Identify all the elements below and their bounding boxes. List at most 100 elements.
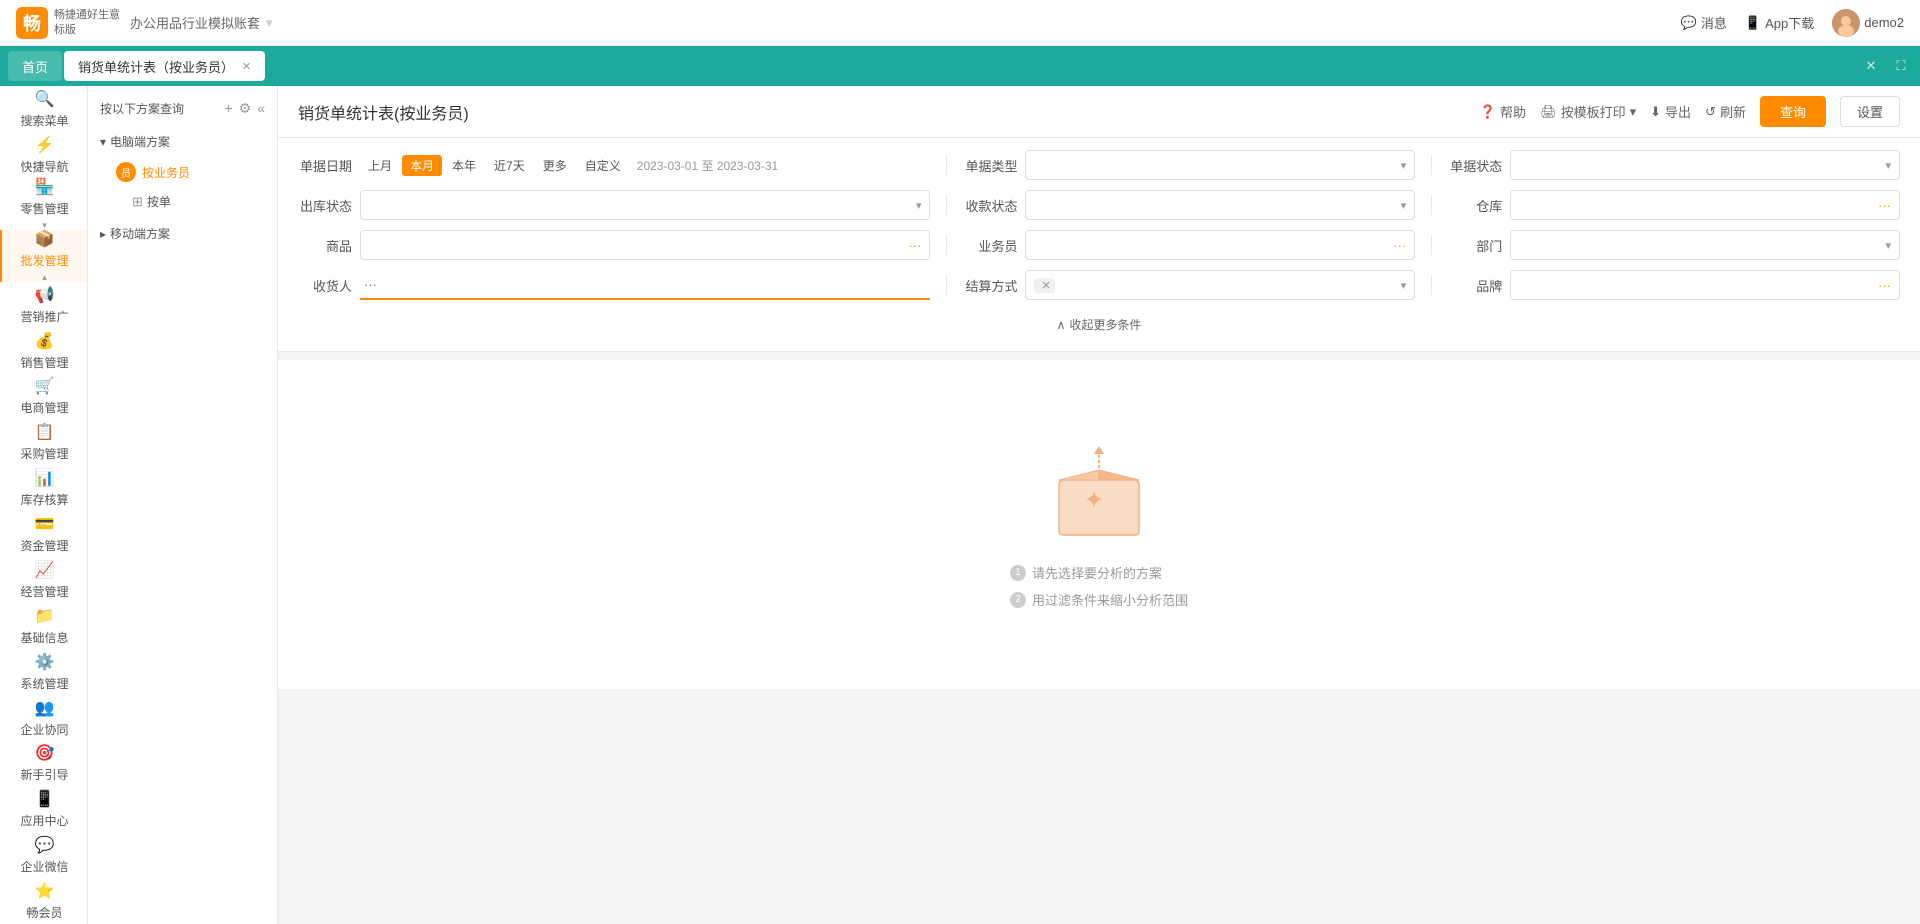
scheme-by-salesperson[interactable]: 员 按业务员 — [88, 156, 277, 188]
header-left: 畅 畅捷通好生意 标版 办公用品行业模拟账套 ▾ — [16, 7, 273, 39]
user-profile[interactable]: demo2 — [1832, 9, 1904, 37]
help-btn[interactable]: ❓ 帮助 — [1480, 102, 1526, 121]
date-tab-this-month[interactable]: 本月 — [402, 155, 442, 176]
inventory-icon: 📊 — [35, 468, 55, 488]
department-select[interactable]: ▾ — [1510, 230, 1900, 260]
doc-status-label: 单据状态 — [1448, 156, 1502, 175]
message-btn[interactable]: 💬 消息 — [1681, 13, 1727, 32]
empty-tips: 1 请先选择要分析的方案 2 用过滤条件来缩小分析范围 — [1010, 563, 1188, 609]
wholesale-icon: 📦 — [35, 229, 55, 249]
brand-more-icon[interactable]: ··· — [1878, 278, 1891, 293]
fullscreen-btn[interactable]: ⛶ — [1890, 55, 1912, 77]
page-actions: ❓ 帮助 🖨 按模板打印 ▾ ⬇ 导出 ↺ 刷新 — [1480, 96, 1900, 127]
sidebar-item-shortcut[interactable]: ⚡ 快捷导航 — [0, 132, 87, 178]
sidebar-item-purchase[interactable]: 📋 采购管理 — [0, 419, 87, 465]
settings-scheme-icon[interactable]: ⚙ — [239, 100, 252, 117]
sidebar-item-ecommerce[interactable]: 🛒 电商管理 — [0, 374, 87, 420]
mobile-scheme-arrow-icon: ▸ — [100, 227, 106, 241]
salesperson-more-icon[interactable]: ··· — [1393, 238, 1406, 253]
receipt-status-select[interactable]: ▾ — [1025, 190, 1415, 220]
date-tab-more[interactable]: 更多 — [535, 155, 575, 176]
date-tab-last-month[interactable]: 上月 — [360, 155, 400, 176]
sidebar-item-member[interactable]: ⭐ 畅会员 — [0, 878, 87, 924]
divider-7 — [946, 275, 947, 295]
doc-status-select[interactable]: ▾ — [1510, 150, 1900, 180]
warehouse-label: 仓库 — [1448, 196, 1502, 215]
date-filter: 上月 本月 本年 近7天 更多 自定义 2023-03-01 至 2023-03… — [360, 155, 930, 176]
sidebar-item-system[interactable]: ⚙️ 系统管理 — [0, 649, 87, 695]
refresh-btn[interactable]: ↺ 刷新 — [1705, 102, 1746, 121]
app-download-btn[interactable]: 📱 App下载 — [1745, 13, 1814, 32]
sidebar-item-wholesale[interactable]: 📦 批发管理 ▴ — [0, 230, 87, 282]
template-print-btn[interactable]: 🖨 按模板打印 ▾ — [1540, 102, 1636, 121]
breadcrumb-arrow-icon[interactable]: ▾ — [266, 15, 273, 31]
divider-6 — [1431, 235, 1432, 255]
sidebar-item-search[interactable]: 🔍 搜索菜单 — [0, 86, 87, 132]
export-icon: ⬇ — [1650, 104, 1661, 120]
member-icon: ⭐ — [35, 881, 55, 901]
pc-scheme-title[interactable]: ▾ 电脑端方案 — [88, 127, 277, 156]
tab-home[interactable]: 首页 — [8, 51, 62, 81]
page-header: 销货单统计表(按业务员) ❓ 帮助 🖨 按模板打印 ▾ ⬇ 导出 — [278, 86, 1920, 138]
sidebar-item-wechat[interactable]: 💬 企业微信 — [0, 832, 87, 878]
shortcut-icon: ⚡ — [35, 135, 55, 155]
appstore-icon: 📱 — [35, 789, 55, 809]
export-btn[interactable]: ⬇ 导出 — [1650, 102, 1691, 121]
collapse-conditions-btn[interactable]: ∧ 收起更多条件 — [298, 310, 1900, 339]
sidebar-item-retail[interactable]: 🏪 零售管理 ▾ — [0, 178, 87, 230]
settings-button[interactable]: 设置 — [1840, 96, 1900, 127]
mobile-scheme-title[interactable]: ▸ 移动端方案 — [88, 219, 277, 248]
date-tab-this-year[interactable]: 本年 — [444, 155, 484, 176]
filter-row-1: 单据日期 上月 本月 本年 近7天 更多 自定义 2023-03-01 至 20… — [298, 150, 1900, 180]
department-label: 部门 — [1448, 236, 1502, 255]
sidebar-item-marketing[interactable]: 📢 营销推广 — [0, 282, 87, 328]
sidebar-item-newbie[interactable]: 🎯 新手引导 — [0, 741, 87, 787]
consignee-input[interactable] — [360, 270, 930, 300]
tab-sales-stat[interactable]: 销货单统计表（按业务员） ✕ — [64, 51, 265, 81]
product-label: 商品 — [298, 236, 352, 255]
content-panel: 按以下方案查询 + ⚙ « ▾ 电脑端方案 员 按业务员 ⊞ 按单 — [88, 86, 1920, 924]
product-select[interactable]: ··· — [360, 230, 930, 260]
field-warehouse: 仓库 ··· — [1448, 190, 1900, 220]
search-icon: 🔍 — [35, 89, 55, 109]
out-status-select[interactable]: ▾ — [360, 190, 930, 220]
filter-row-3: 商品 ··· 业务员 ··· — [298, 230, 1900, 260]
settlement-tag-close-icon[interactable]: ✕ — [1041, 279, 1050, 292]
sidebar-item-appstore[interactable]: 📱 应用中心 — [0, 786, 87, 832]
refresh-icon: ↺ — [1705, 104, 1716, 120]
tab-bar: 首页 销货单统计表（按业务员） ✕ ✕ ⛶ — [0, 46, 1920, 86]
collapse-scheme-icon[interactable]: « — [257, 100, 265, 117]
product-more-icon[interactable]: ··· — [908, 238, 921, 253]
help-icon: ❓ — [1480, 104, 1496, 120]
sidebar-item-enterprise[interactable]: 👥 企业协同 — [0, 695, 87, 741]
empty-state: ✦ 1 请先选择要分析的方案 2 用过滤条件来缩小分析范围 — [278, 360, 1920, 689]
pc-scheme-section: ▾ 电脑端方案 员 按业务员 ⊞ 按单 — [88, 127, 277, 215]
warehouse-select[interactable]: ··· — [1510, 190, 1900, 220]
receipt-status-arrow-icon: ▾ — [1401, 199, 1407, 212]
breadcrumb: 办公用品行业模拟账套 ▾ — [130, 13, 273, 32]
sidebar: 🔍 搜索菜单 ⚡ 快捷导航 🏪 零售管理 ▾ 📦 批发管理 ▴ 📢 营销推广 💰… — [0, 86, 88, 924]
divider-1 — [946, 155, 947, 175]
field-receipt-status: 收款状态 ▾ — [963, 190, 1415, 220]
sidebar-item-basic[interactable]: 📁 基础信息 — [0, 603, 87, 649]
ecommerce-icon: 🛒 — [35, 376, 55, 396]
tab-close-icon[interactable]: ✕ — [242, 60, 251, 73]
settlement-arrow-icon: ▾ — [1401, 279, 1407, 292]
newbie-icon: 🎯 — [35, 743, 55, 763]
brand-select[interactable]: ··· — [1510, 270, 1900, 300]
date-tab-custom[interactable]: 自定义 — [577, 155, 629, 176]
warehouse-more-icon[interactable]: ··· — [1878, 198, 1891, 213]
scheme-by-order[interactable]: ⊞ 按单 — [88, 188, 277, 215]
doc-type-select[interactable]: ▾ — [1025, 150, 1415, 180]
salesperson-select[interactable]: ··· — [1025, 230, 1415, 260]
tip-num-2: 2 — [1010, 592, 1026, 608]
sidebar-item-finance[interactable]: 💳 资金管理 — [0, 511, 87, 557]
date-tab-last7[interactable]: 近7天 — [486, 155, 533, 176]
query-button[interactable]: 查询 — [1760, 96, 1826, 127]
close-tab-btn[interactable]: ✕ — [1860, 55, 1882, 77]
sidebar-item-inventory[interactable]: 📊 库存核算 — [0, 465, 87, 511]
sidebar-item-sales[interactable]: 💰 销售管理 — [0, 328, 87, 374]
add-scheme-icon[interactable]: + — [224, 100, 232, 117]
settlement-select[interactable]: ✕ ▾ — [1025, 270, 1415, 300]
sidebar-item-operation[interactable]: 📈 经营管理 — [0, 557, 87, 603]
